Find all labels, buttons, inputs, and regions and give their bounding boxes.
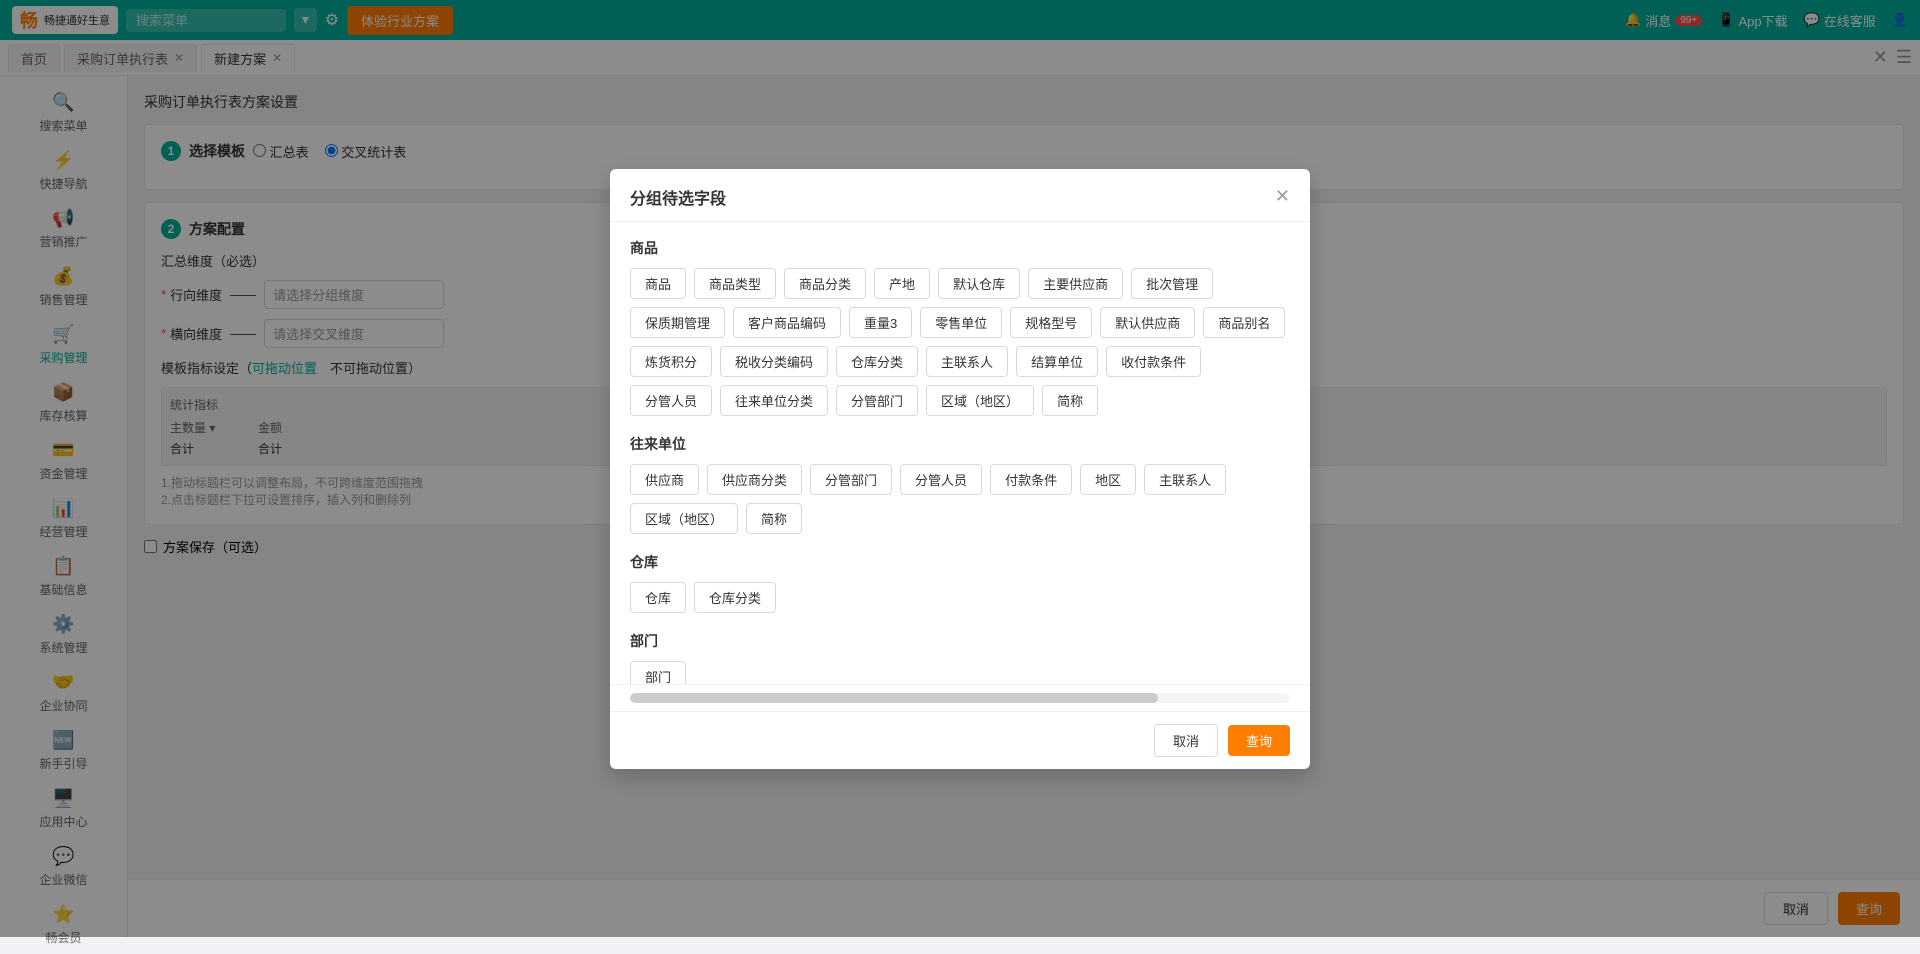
section-goods: 商品 商品 商品类型 商品分类 产地 默认仓库 主要供应商 批次管理 保质期管理… (630, 238, 1290, 416)
section-warehouse-title: 仓库 (630, 552, 1290, 572)
modal-header: 分组待选字段 ✕ (610, 169, 1310, 222)
tag-goods-2[interactable]: 商品分类 (784, 268, 866, 299)
tag-cp-6[interactable]: 主联系人 (1144, 464, 1226, 495)
tag-cp-5[interactable]: 地区 (1080, 464, 1136, 495)
modal-scrollbar-area (610, 684, 1310, 711)
modal-footer: 取消 查询 (610, 711, 1310, 769)
section-counterpart-title: 往来单位 (630, 434, 1290, 454)
h-scrollbar-thumb (630, 693, 1158, 703)
tag-dept-0[interactable]: 部门 (630, 661, 686, 684)
tag-cp-0[interactable]: 供应商 (630, 464, 699, 495)
tag-goods-11[interactable]: 规格型号 (1010, 307, 1092, 338)
tag-goods-6[interactable]: 批次管理 (1131, 268, 1213, 299)
tag-goods-16[interactable]: 仓库分类 (836, 346, 918, 377)
tag-goods-0[interactable]: 商品 (630, 268, 686, 299)
section-warehouse-tags: 仓库 仓库分类 (630, 582, 1290, 613)
section-goods-title: 商品 (630, 238, 1290, 258)
tag-goods-15[interactable]: 税收分类编码 (720, 346, 828, 377)
tag-cp-1[interactable]: 供应商分类 (707, 464, 802, 495)
section-department-title: 部门 (630, 631, 1290, 651)
tag-goods-3[interactable]: 产地 (874, 268, 930, 299)
section-department-tags: 部门 (630, 661, 1290, 684)
tag-goods-13[interactable]: 商品别名 (1203, 307, 1285, 338)
field-select-modal: 分组待选字段 ✕ 商品 商品 商品类型 商品分类 产地 默认仓库 主要供应商 批… (610, 169, 1310, 769)
h-scrollbar[interactable] (630, 693, 1290, 703)
tag-wh-0[interactable]: 仓库 (630, 582, 686, 613)
section-warehouse: 仓库 仓库 仓库分类 (630, 552, 1290, 613)
tag-cp-7[interactable]: 区域（地区） (630, 503, 738, 534)
section-counterpart-tags: 供应商 供应商分类 分管部门 分管人员 付款条件 地区 主联系人 区域（地区） … (630, 464, 1290, 534)
tag-goods-22[interactable]: 分管部门 (836, 385, 918, 416)
modal-title: 分组待选字段 (630, 185, 726, 209)
tag-goods-9[interactable]: 重量3 (849, 307, 912, 338)
tag-goods-4[interactable]: 默认仓库 (938, 268, 1020, 299)
tag-goods-10[interactable]: 零售单位 (920, 307, 1002, 338)
section-goods-tags: 商品 商品类型 商品分类 产地 默认仓库 主要供应商 批次管理 保质期管理 客户… (630, 268, 1290, 416)
tag-goods-17[interactable]: 主联系人 (926, 346, 1008, 377)
tag-goods-20[interactable]: 分管人员 (630, 385, 712, 416)
tag-goods-1[interactable]: 商品类型 (694, 268, 776, 299)
tag-goods-19[interactable]: 收付款条件 (1106, 346, 1201, 377)
section-counterpart: 往来单位 供应商 供应商分类 分管部门 分管人员 付款条件 地区 主联系人 区域… (630, 434, 1290, 534)
tag-goods-7[interactable]: 保质期管理 (630, 307, 725, 338)
tag-goods-12[interactable]: 默认供应商 (1100, 307, 1195, 338)
section-department: 部门 部门 (630, 631, 1290, 684)
tag-cp-2[interactable]: 分管部门 (810, 464, 892, 495)
tag-goods-5[interactable]: 主要供应商 (1028, 268, 1123, 299)
tag-goods-8[interactable]: 客户商品编码 (733, 307, 841, 338)
tag-cp-3[interactable]: 分管人员 (900, 464, 982, 495)
tag-cp-4[interactable]: 付款条件 (990, 464, 1072, 495)
tag-goods-21[interactable]: 往来单位分类 (720, 385, 828, 416)
modal-confirm-btn[interactable]: 查询 (1228, 725, 1290, 756)
tag-goods-14[interactable]: 炼货积分 (630, 346, 712, 377)
modal-overlay: 分组待选字段 ✕ 商品 商品 商品类型 商品分类 产地 默认仓库 主要供应商 批… (0, 0, 1920, 937)
modal-close-btn[interactable]: ✕ (1275, 186, 1290, 207)
tag-wh-1[interactable]: 仓库分类 (694, 582, 776, 613)
tag-goods-24[interactable]: 简称 (1042, 385, 1098, 416)
modal-cancel-btn[interactable]: 取消 (1154, 724, 1218, 757)
modal-body: 商品 商品 商品类型 商品分类 产地 默认仓库 主要供应商 批次管理 保质期管理… (610, 222, 1310, 684)
tag-goods-18[interactable]: 结算单位 (1016, 346, 1098, 377)
tag-goods-23[interactable]: 区域（地区） (926, 385, 1034, 416)
tag-cp-8[interactable]: 简称 (746, 503, 802, 534)
